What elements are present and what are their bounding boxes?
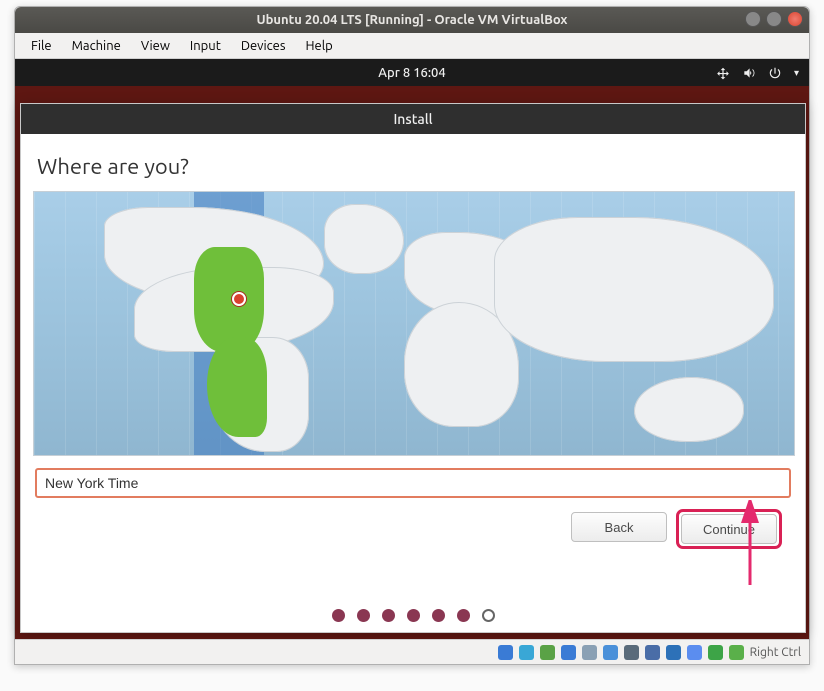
menu-help[interactable]: Help: [296, 35, 343, 57]
page-heading: Where are you?: [37, 154, 793, 179]
installer-title: Install: [393, 111, 432, 127]
vbox-recording-icon[interactable]: [645, 645, 660, 660]
gnome-system-tray[interactable]: ▾: [716, 59, 799, 86]
vbox-keyboard-icon[interactable]: [708, 645, 723, 660]
vbox-display-icon[interactable]: [624, 645, 639, 660]
installer-content: Where are you?: [21, 134, 805, 556]
guest-display: Apr 8 16:04 ▾ Install Where are you?: [15, 59, 809, 639]
vbox-audio-icon[interactable]: [540, 645, 555, 660]
gnome-clock[interactable]: Apr 8 16:04: [378, 66, 445, 80]
virtualbox-window: Ubuntu 20.04 LTS [Running] - Oracle VM V…: [14, 6, 810, 665]
menu-file[interactable]: File: [21, 35, 62, 57]
power-icon[interactable]: [768, 66, 782, 80]
location-marker-icon: [232, 292, 246, 306]
menu-view[interactable]: View: [131, 35, 180, 57]
timezone-input[interactable]: [35, 468, 791, 498]
installer-titlebar[interactable]: Install: [21, 104, 805, 134]
progress-dot-4: [407, 609, 420, 622]
continent-australia: [634, 377, 744, 442]
vbox-cpu-icon[interactable]: [666, 645, 681, 660]
volume-icon[interactable]: [742, 66, 756, 80]
timezone-map[interactable]: [33, 191, 795, 456]
tz-overlay-na: [194, 247, 264, 352]
vbox-feature-icon[interactable]: [729, 645, 744, 660]
vbox-optical-icon[interactable]: [519, 645, 534, 660]
continent-asia: [494, 217, 774, 362]
vbox-hdd-icon[interactable]: [498, 645, 513, 660]
menu-machine[interactable]: Machine: [62, 35, 131, 57]
network-icon[interactable]: [716, 66, 730, 80]
menubar: File Machine View Input Devices Help: [15, 33, 809, 59]
chevron-down-icon[interactable]: ▾: [794, 67, 799, 79]
vbox-usb-icon[interactable]: [582, 645, 597, 660]
minimize-button[interactable]: [745, 11, 761, 27]
continue-highlight: Continue: [679, 512, 779, 546]
host-key-label: Right Ctrl: [750, 646, 801, 659]
window-title: Ubuntu 20.04 LTS [Running] - Oracle VM V…: [257, 13, 568, 27]
window-controls: [745, 11, 803, 27]
close-button[interactable]: [787, 11, 803, 27]
vbox-mouse-icon[interactable]: [687, 645, 702, 660]
continent-greenland: [324, 204, 404, 274]
progress-dot-5: [432, 609, 445, 622]
menu-input[interactable]: Input: [180, 35, 231, 57]
button-row: Back Continue: [33, 498, 793, 546]
gnome-top-bar[interactable]: Apr 8 16:04 ▾: [15, 59, 809, 86]
progress-dot-2: [357, 609, 370, 622]
progress-indicator: [21, 609, 805, 622]
progress-dot-1: [332, 609, 345, 622]
vbox-network-icon[interactable]: [561, 645, 576, 660]
virtualbox-statusbar: Right Ctrl: [15, 639, 809, 664]
menu-devices[interactable]: Devices: [231, 35, 296, 57]
installer-window: Install Where are you?: [20, 103, 806, 633]
vbox-shared-folders-icon[interactable]: [603, 645, 618, 660]
tz-overlay-sa: [207, 337, 267, 437]
back-button[interactable]: Back: [571, 512, 667, 542]
maximize-button[interactable]: [766, 11, 782, 27]
progress-dot-7: [482, 609, 495, 622]
continue-button[interactable]: Continue: [681, 514, 777, 544]
progress-dot-6: [457, 609, 470, 622]
progress-dot-3: [382, 609, 395, 622]
window-titlebar[interactable]: Ubuntu 20.04 LTS [Running] - Oracle VM V…: [15, 7, 809, 33]
